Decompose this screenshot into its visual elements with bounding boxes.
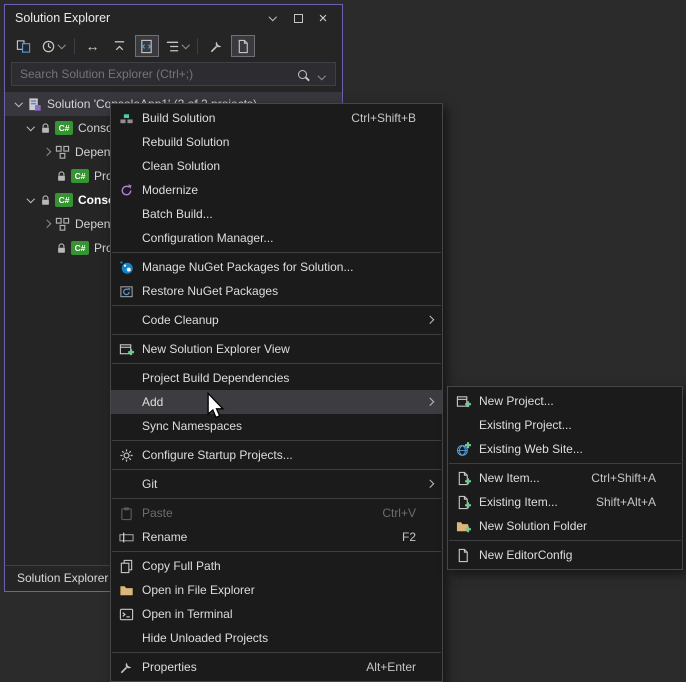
menu-item-clean-solution[interactable]: Clean Solution <box>111 154 442 178</box>
submenu-item-existing-item[interactable]: Existing Item... Shift+Alt+A <box>448 490 682 514</box>
menu-item-copy-full-path[interactable]: Copy Full Path <box>111 554 442 578</box>
csharp-project-icon: C# <box>55 193 73 207</box>
folder-plus-icon <box>456 519 471 534</box>
pending-changes-filter-button[interactable] <box>38 35 68 57</box>
menu-separator <box>112 305 441 306</box>
expander-collapsed-icon[interactable] <box>39 148 55 156</box>
menu-item-restore-nuget-packages[interactable]: Restore NuGet Packages <box>111 279 442 303</box>
solution-icon <box>27 97 42 112</box>
menu-item-add[interactable]: Add <box>111 390 442 414</box>
csharp-file-icon: C# <box>71 169 89 183</box>
new-view-icon <box>119 342 134 357</box>
submenu-arrow-icon <box>425 315 434 324</box>
panel-toolbar: ↔ <box>5 31 342 61</box>
panel-title: Solution Explorer <box>15 11 111 25</box>
expander-expanded-icon[interactable] <box>23 194 39 203</box>
tab-solution-explorer[interactable]: Solution Explorer <box>5 566 122 591</box>
expander-expanded-icon[interactable] <box>23 122 39 131</box>
solution-context-menu: Build Solution Ctrl+Shift+B Rebuild Solu… <box>110 103 443 682</box>
expander-collapsed-icon[interactable] <box>39 220 55 228</box>
search-input[interactable] <box>12 67 298 81</box>
lock-icon <box>39 194 52 207</box>
submenu-item-new-solution-folder[interactable]: New Solution Folder <box>448 514 682 538</box>
menu-separator <box>112 652 441 653</box>
globe-plus-icon <box>456 442 471 457</box>
menu-item-rebuild-solution[interactable]: Rebuild Solution <box>111 130 442 154</box>
add-submenu: New Project... Existing Project... Exist… <box>447 386 683 570</box>
rename-icon <box>119 530 134 545</box>
mouse-cursor <box>207 392 225 419</box>
menu-item-configuration-manager[interactable]: Configuration Manager... <box>111 226 442 250</box>
menu-item-batch-build[interactable]: Batch Build... <box>111 202 442 226</box>
preview-selected-items-button[interactable] <box>231 35 255 57</box>
modernize-icon <box>119 183 134 198</box>
back-forward-button[interactable]: ↔ <box>81 35 105 57</box>
sync-with-active-document-button[interactable] <box>134 35 159 57</box>
dependencies-icon <box>55 217 70 232</box>
wrench-icon <box>119 660 134 675</box>
menu-item-manage-nuget-packages[interactable]: Manage NuGet Packages for Solution... <box>111 255 442 279</box>
editorconfig-icon <box>456 548 471 563</box>
menu-item-modernize[interactable]: Modernize <box>111 178 442 202</box>
toolbar-properties-button[interactable] <box>204 35 228 57</box>
gear-icon <box>119 448 134 463</box>
expander-expanded-icon[interactable] <box>11 98 27 107</box>
menu-item-rename[interactable]: Rename F2 <box>111 525 442 549</box>
csharp-file-icon: C# <box>71 241 89 255</box>
lock-icon <box>55 170 68 183</box>
submenu-item-new-project[interactable]: New Project... <box>448 389 682 413</box>
submenu-arrow-icon <box>425 397 434 406</box>
submenu-item-existing-web-site[interactable]: Existing Web Site... <box>448 437 682 461</box>
menu-item-paste[interactable]: Paste Ctrl+V <box>111 501 442 525</box>
submenu-item-new-editorconfig[interactable]: New EditorConfig <box>448 543 682 567</box>
menu-item-configure-startup-projects[interactable]: Configure Startup Projects... <box>111 443 442 467</box>
csharp-project-icon: C# <box>55 121 73 135</box>
menu-item-open-in-terminal[interactable]: Open in Terminal <box>111 602 442 626</box>
search-box <box>11 62 336 86</box>
search-options-chevron-icon[interactable] <box>317 65 326 83</box>
switch-views-button[interactable] <box>11 35 35 57</box>
menu-separator <box>112 469 441 470</box>
menu-separator <box>112 252 441 253</box>
build-icon <box>119 111 134 126</box>
nuget-restore-icon <box>119 284 134 299</box>
menu-item-sync-namespaces[interactable]: Sync Namespaces <box>111 414 442 438</box>
menu-separator <box>112 498 441 499</box>
menu-separator <box>449 463 681 464</box>
lock-icon <box>39 122 52 135</box>
menu-item-hide-unloaded-projects[interactable]: Hide Unloaded Projects <box>111 626 442 650</box>
search-icon <box>297 69 307 79</box>
file-nesting-options-button[interactable] <box>162 35 192 57</box>
menu-item-open-in-file-explorer[interactable]: Open in File Explorer <box>111 578 442 602</box>
submenu-item-new-item[interactable]: New Item... Ctrl+Shift+A <box>448 466 682 490</box>
lock-icon <box>55 242 68 255</box>
menu-item-project-build-dependencies[interactable]: Project Build Dependencies <box>111 366 442 390</box>
menu-separator <box>112 334 441 335</box>
nuget-icon <box>119 260 134 275</box>
menu-item-properties[interactable]: Properties Alt+Enter <box>111 655 442 679</box>
dependencies-icon <box>55 145 70 160</box>
menu-item-new-solution-explorer-view[interactable]: New Solution Explorer View <box>111 337 442 361</box>
submenu-item-existing-project[interactable]: Existing Project... <box>448 413 682 437</box>
terminal-icon <box>119 607 134 622</box>
close-icon[interactable]: × <box>314 9 332 27</box>
menu-item-git[interactable]: Git <box>111 472 442 496</box>
menu-item-build-solution[interactable]: Build Solution Ctrl+Shift+B <box>111 106 442 130</box>
collapse-all-button[interactable] <box>108 35 132 57</box>
menu-item-code-cleanup[interactable]: Code Cleanup <box>111 308 442 332</box>
menu-separator <box>112 551 441 552</box>
menu-separator <box>112 363 441 364</box>
copy-icon <box>119 559 134 574</box>
paste-icon <box>119 506 134 521</box>
menu-separator <box>449 540 681 541</box>
restore-window-icon[interactable] <box>289 9 307 27</box>
submenu-arrow-icon <box>425 479 434 488</box>
menu-separator <box>112 440 441 441</box>
existing-item-icon <box>456 495 471 510</box>
window-position-chevron-icon[interactable] <box>264 9 282 27</box>
folder-icon <box>119 583 134 598</box>
new-project-icon <box>456 394 471 409</box>
new-item-icon <box>456 471 471 486</box>
panel-titlebar: Solution Explorer × <box>5 5 342 31</box>
